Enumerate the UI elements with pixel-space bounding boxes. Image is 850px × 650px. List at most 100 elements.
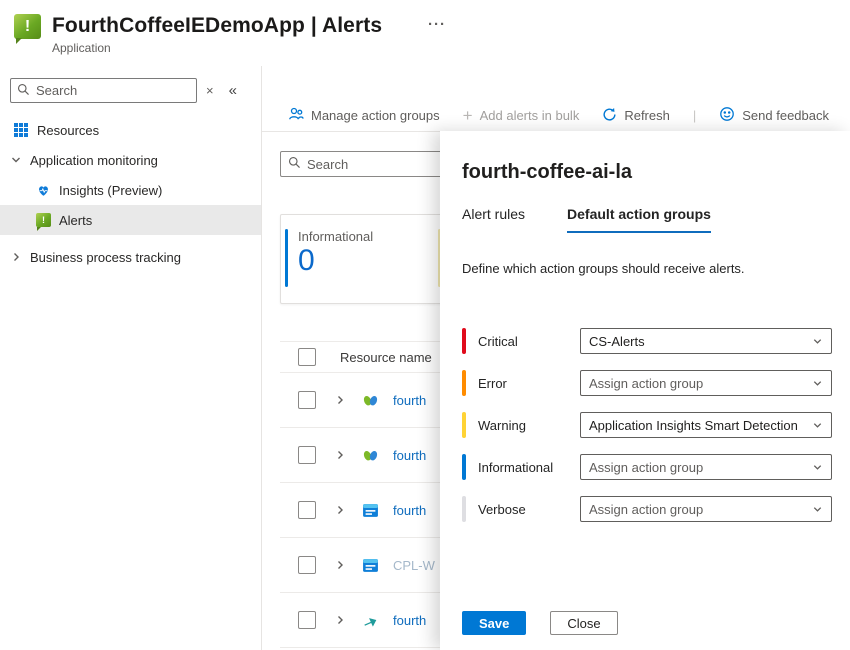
error-action-group-dropdown[interactable]: Assign action group (580, 370, 832, 396)
resource-name-link[interactable]: fourth (393, 613, 426, 628)
search-icon (288, 156, 301, 172)
chevron-right-icon (10, 251, 22, 263)
manage-action-groups-button[interactable]: Manage action groups (288, 106, 440, 125)
grid-icon (14, 123, 28, 137)
sidebar-menu: Resources Application monitoring Insight… (0, 115, 261, 272)
row-checkbox[interactable] (298, 611, 316, 629)
search-icon (17, 83, 30, 99)
sidebar-item-application-monitoring[interactable]: Application monitoring (0, 145, 261, 175)
verbose-action-group-dropdown[interactable]: Assign action group (580, 496, 832, 522)
resource-name-link[interactable]: CPL-W (393, 558, 435, 573)
dropdown-value: Assign action group (589, 501, 704, 517)
clear-search-icon[interactable]: × (206, 83, 214, 98)
sidebar-item-label: Business process tracking (30, 249, 182, 265)
critical-action-group-dropdown[interactable]: CS-Alerts (580, 328, 832, 354)
dropdown-value: CS-Alerts (589, 333, 645, 349)
connector-arrow-resource-icon (362, 612, 379, 629)
more-options-button[interactable]: ··· (428, 16, 446, 33)
stat-value: 0 (298, 244, 315, 277)
app-insights-resource-icon (362, 392, 379, 409)
sidebar-item-label: Alerts (59, 212, 93, 228)
panel-footer: Save Close (462, 611, 618, 635)
command-bar: Manage action groups + Add alerts in bul… (262, 100, 850, 132)
alerts-app-icon: ! (14, 14, 41, 44)
severity-label: Verbose (478, 501, 526, 517)
azure-portal-screen: ! FourthCoffeeIEDemoApp | Alerts Applica… (0, 0, 850, 650)
sidebar: × « Resources Application monitoring (0, 66, 262, 650)
severity-row-informational: Informational Assign action group (462, 454, 832, 480)
alerts-search-box[interactable] (280, 151, 460, 177)
severity-label: Warning (478, 417, 526, 433)
send-feedback-icon (719, 106, 735, 125)
severity-label: Error (478, 375, 507, 391)
severity-color-bar (462, 370, 466, 396)
expand-chevron-icon[interactable] (334, 559, 346, 571)
sidebar-search-input[interactable] (36, 83, 190, 98)
panel-tabs: Alert rules Default action groups (462, 206, 832, 233)
send-feedback-button[interactable]: Send feedback (719, 106, 829, 125)
sidebar-item-label: Insights (Preview) (59, 182, 163, 198)
chevron-down-icon (812, 462, 823, 473)
expand-chevron-icon[interactable] (334, 449, 346, 461)
expand-chevron-icon[interactable] (334, 504, 346, 516)
action-groups-panel: fourth-coffee-ai-la Alert rules Default … (440, 131, 850, 650)
workspace-resource-icon (362, 557, 379, 574)
resource-name-link[interactable]: fourth (393, 393, 426, 408)
severity-color-bar (462, 496, 466, 522)
sidebar-item-insights[interactable]: Insights (Preview) (0, 175, 261, 205)
severity-form: Critical CS-Alerts Error Assign action g… (462, 328, 832, 522)
severity-color-bar (462, 328, 466, 354)
manage-action-groups-icon (288, 106, 304, 125)
severity-label: Critical (478, 333, 518, 349)
select-all-checkbox[interactable] (298, 348, 316, 366)
panel-title: fourth-coffee-ai-la (462, 161, 632, 183)
row-checkbox[interactable] (298, 446, 316, 464)
sidebar-item-resources[interactable]: Resources (0, 115, 261, 145)
row-checkbox[interactable] (298, 556, 316, 574)
alerts-search-input[interactable] (307, 156, 452, 172)
app-insights-resource-icon (362, 447, 379, 464)
plus-icon: + (462, 106, 473, 125)
command-label: Refresh (624, 108, 670, 123)
severity-row-error: Error Assign action group (462, 370, 832, 396)
add-alerts-in-bulk-button[interactable]: + Add alerts in bulk (463, 107, 580, 124)
severity-color-bar (462, 454, 466, 480)
command-divider: | (692, 108, 697, 123)
page-subtitle: Application (52, 41, 111, 55)
tab-default-action-groups[interactable]: Default action groups (567, 206, 711, 233)
tab-alert-rules[interactable]: Alert rules (462, 206, 525, 233)
chevron-down-icon (812, 420, 823, 431)
page-title: FourthCoffeeIEDemoApp | Alerts (52, 14, 383, 37)
informational-action-group-dropdown[interactable]: Assign action group (580, 454, 832, 480)
sidebar-search-box[interactable] (10, 78, 197, 103)
summary-stat-informational[interactable]: Informational 0 (285, 229, 373, 287)
chevron-down-icon (812, 504, 823, 515)
expand-chevron-icon[interactable] (334, 614, 346, 626)
collapse-sidebar-icon[interactable]: « (229, 82, 237, 99)
command-label: Manage action groups (311, 108, 440, 123)
severity-row-warning: Warning Application Insights Smart Detec… (462, 412, 832, 438)
resource-name-link[interactable]: fourth (393, 448, 426, 463)
severity-row-verbose: Verbose Assign action group (462, 496, 832, 522)
close-button[interactable]: Close (550, 611, 618, 635)
row-checkbox[interactable] (298, 501, 316, 519)
resource-name-link[interactable]: fourth (393, 503, 426, 518)
command-label: Add alerts in bulk (479, 108, 580, 123)
column-header-resource-name: Resource name (340, 349, 432, 365)
sidebar-item-alerts[interactable]: ! Alerts (0, 205, 261, 235)
save-button[interactable]: Save (462, 611, 527, 635)
dropdown-value: Assign action group (589, 375, 704, 391)
chevron-down-icon (812, 336, 823, 347)
refresh-button[interactable]: Refresh (602, 107, 670, 125)
warning-action-group-dropdown[interactable]: Application Insights Smart Detection (580, 412, 832, 438)
row-checkbox[interactable] (298, 391, 316, 409)
sidebar-item-business-process-tracking[interactable]: Business process tracking (0, 242, 261, 272)
expand-chevron-icon[interactable] (334, 394, 346, 406)
sidebar-item-label: Resources (37, 122, 100, 138)
chevron-down-icon (812, 378, 823, 389)
insights-icon (36, 183, 51, 198)
severity-row-critical: Critical CS-Alerts (462, 328, 832, 354)
workspace-resource-icon (362, 502, 379, 519)
alert-icon: ! (36, 213, 51, 231)
refresh-icon (602, 107, 617, 125)
